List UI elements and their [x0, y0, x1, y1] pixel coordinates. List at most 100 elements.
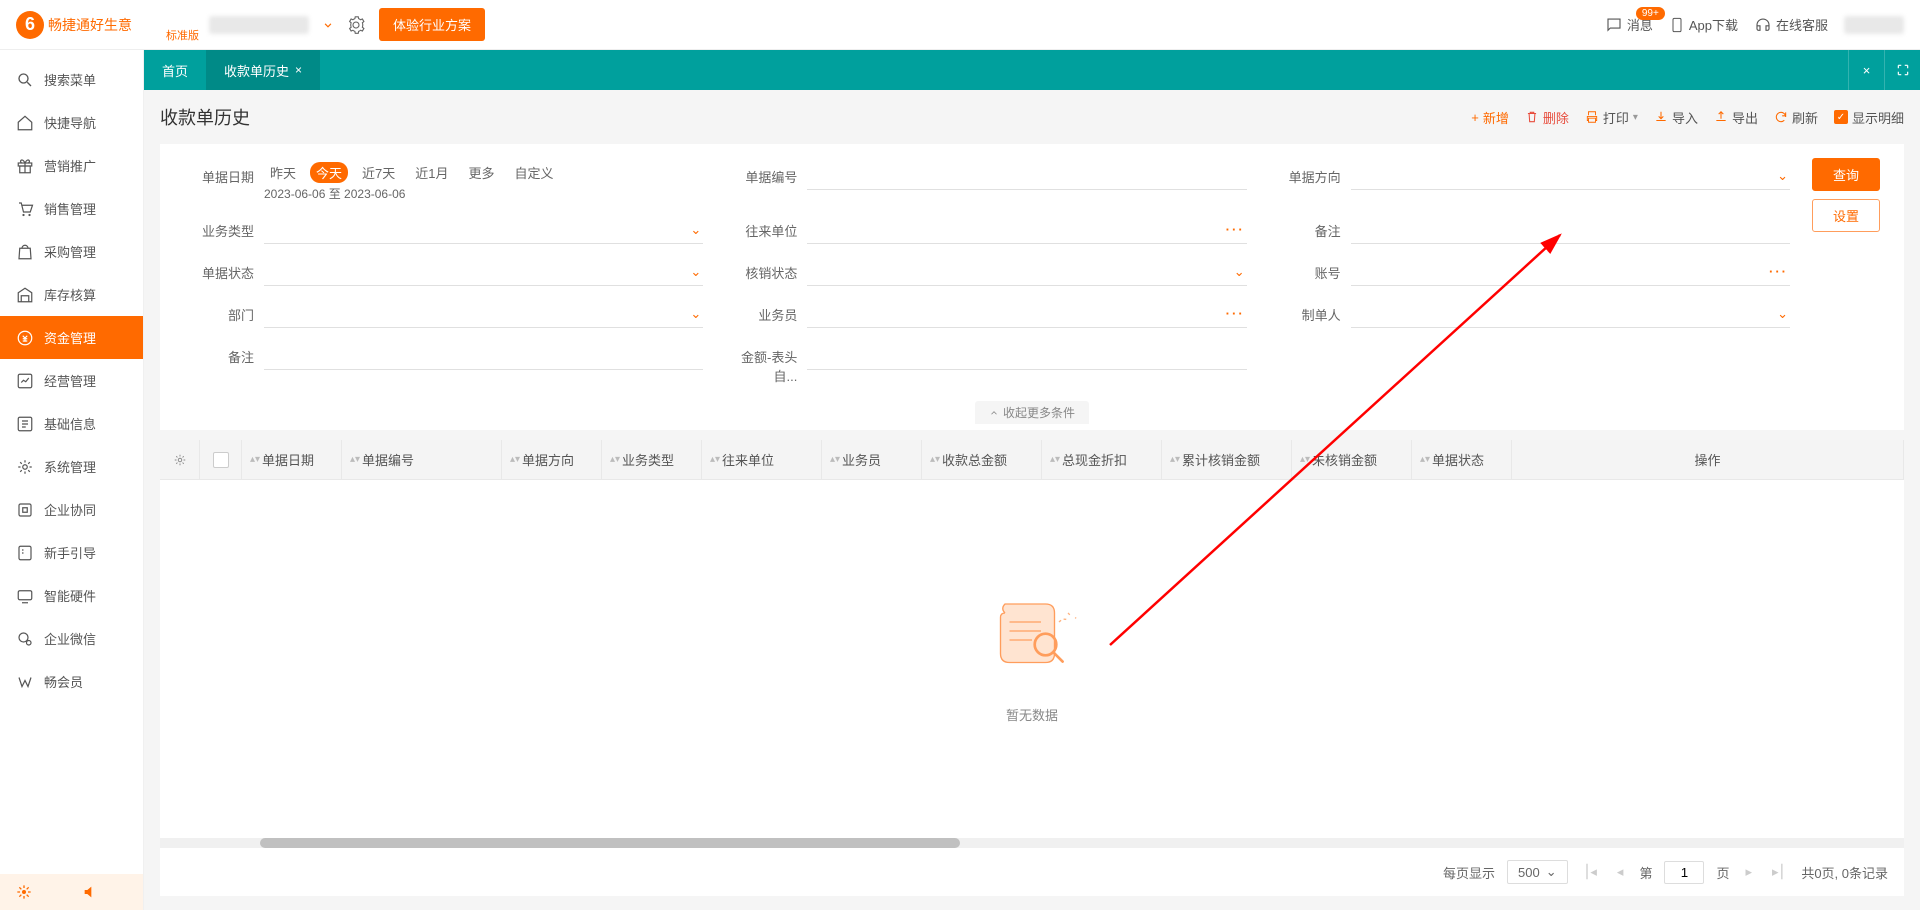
- th-unverified[interactable]: ▴▾未核销金额: [1292, 440, 1412, 479]
- sidebar-item-wecom[interactable]: 企业微信: [0, 617, 143, 660]
- sidebar-item-marketing[interactable]: 营销推广: [0, 144, 143, 187]
- sort-icon: ▴▾: [710, 457, 720, 462]
- action-import[interactable]: 导入: [1654, 108, 1698, 127]
- page-size-select[interactable]: 500 ⌄: [1507, 860, 1568, 884]
- sidebar-item-hardware[interactable]: 智能硬件: [0, 574, 143, 617]
- setting-button[interactable]: 设置: [1812, 199, 1880, 232]
- message-link[interactable]: 消息 99+: [1605, 15, 1653, 34]
- more-icon: ···: [1769, 264, 1788, 279]
- remark-input[interactable]: [1351, 216, 1790, 244]
- remark2-input[interactable]: [264, 342, 703, 370]
- sidebar-item-funds[interactable]: 资金管理: [0, 316, 143, 359]
- table-settings-button[interactable]: [160, 440, 200, 479]
- tab-close-icon[interactable]: ×: [295, 63, 302, 77]
- collapse-button[interactable]: 收起更多条件: [975, 401, 1089, 424]
- sidebar-item-system[interactable]: 系统管理: [0, 445, 143, 488]
- date-today[interactable]: 今天: [310, 162, 348, 183]
- tab-home[interactable]: 首页: [144, 50, 206, 90]
- tab-receipt-history[interactable]: 收款单历史 ×: [206, 50, 320, 90]
- experience-button[interactable]: 体验行业方案: [379, 8, 485, 41]
- sidebar-item-quicknav[interactable]: 快捷导航: [0, 101, 143, 144]
- sidebar-label: 采购管理: [44, 242, 96, 261]
- user-blur[interactable]: [1844, 16, 1904, 34]
- date-yesterday[interactable]: 昨天: [264, 162, 302, 183]
- sidebar-item-baseinfo[interactable]: 基础信息: [0, 402, 143, 445]
- date-1m[interactable]: 近1月: [409, 162, 454, 183]
- sidebar-label: 新手引导: [44, 543, 96, 562]
- home-icon: [16, 114, 34, 132]
- sidebar-item-member[interactable]: 畅会员: [0, 660, 143, 703]
- select-all-checkbox[interactable]: [200, 440, 242, 479]
- empty-text: 暂无数据: [1006, 705, 1058, 724]
- action-add[interactable]: + 新增: [1471, 108, 1509, 127]
- sidebar-item-guide[interactable]: 新手引导: [0, 531, 143, 574]
- th-status[interactable]: ▴▾单据状态: [1412, 440, 1512, 479]
- th-salesman[interactable]: ▴▾业务员: [822, 440, 922, 479]
- date-more[interactable]: 更多: [463, 162, 501, 183]
- app-download-link[interactable]: App下载: [1669, 15, 1738, 34]
- sidebar-item-collab[interactable]: 企业协同: [0, 488, 143, 531]
- message-badge: 99+: [1636, 7, 1665, 20]
- th-partner[interactable]: ▴▾往来单位: [702, 440, 822, 479]
- creator-select[interactable]: ⌄: [1351, 300, 1790, 328]
- bill-direction-select[interactable]: ⌄: [1351, 162, 1790, 190]
- dept-select[interactable]: ⌄: [264, 300, 703, 328]
- footer-sound-icon[interactable]: [82, 884, 98, 900]
- phone-icon: [1669, 17, 1685, 33]
- th-verified[interactable]: ▴▾累计核销金额: [1162, 440, 1292, 479]
- tab-close-all[interactable]: ×: [1848, 50, 1884, 90]
- action-print[interactable]: 打印 ▾: [1585, 108, 1638, 127]
- action-delete[interactable]: 删除: [1525, 108, 1569, 127]
- sidebar-item-search[interactable]: 搜索菜单: [0, 58, 143, 101]
- query-button[interactable]: 查询: [1812, 158, 1880, 191]
- th-biztype[interactable]: ▴▾业务类型: [602, 440, 702, 479]
- sort-icon: ▴▾: [350, 457, 360, 462]
- th-no[interactable]: ▴▾单据编号: [342, 440, 502, 479]
- bill-no-input[interactable]: [807, 162, 1246, 190]
- verify-status-select[interactable]: ⌄: [807, 258, 1246, 286]
- th-date[interactable]: ▴▾单据日期: [242, 440, 342, 479]
- cs-label: 在线客服: [1776, 15, 1828, 34]
- salesman-picker[interactable]: ···: [807, 300, 1246, 328]
- scroll-thumb[interactable]: [260, 838, 960, 848]
- bill-status-select[interactable]: ⌄: [264, 258, 703, 286]
- account-picker[interactable]: ···: [1351, 258, 1790, 286]
- chevron-down-icon: ⌄: [1777, 306, 1788, 322]
- action-refresh[interactable]: 刷新: [1774, 108, 1818, 127]
- th-direction[interactable]: ▴▾单据方向: [502, 440, 602, 479]
- action-show-detail[interactable]: ✓ 显示明细: [1834, 108, 1904, 127]
- th-discount[interactable]: ▴▾总现金折扣: [1042, 440, 1162, 479]
- page-next[interactable]: ▸: [1741, 864, 1756, 880]
- sort-icon: ▴▾: [830, 457, 840, 462]
- company-blur: [209, 16, 309, 34]
- menu-list: 搜索菜单 快捷导航 营销推广 销售管理 采购管理 库存核算: [0, 50, 143, 874]
- date-custom[interactable]: 自定义: [509, 162, 560, 183]
- partner-picker[interactable]: ···: [807, 216, 1246, 244]
- collab-icon: [16, 501, 34, 519]
- page-first[interactable]: ⎮◂: [1580, 864, 1601, 880]
- empty-illustration: [977, 595, 1087, 685]
- page-last[interactable]: ▸⎮: [1768, 864, 1789, 880]
- customer-service-link[interactable]: 在线客服: [1754, 15, 1828, 34]
- amount-head-input[interactable]: [807, 342, 1246, 370]
- page-total: 共0页, 0条记录: [1801, 863, 1888, 882]
- sidebar-item-business[interactable]: 经营管理: [0, 359, 143, 402]
- chevron-down-icon[interactable]: [321, 18, 335, 32]
- sidebar-item-inventory[interactable]: 库存核算: [0, 273, 143, 316]
- page-input[interactable]: [1664, 861, 1704, 884]
- page-prev[interactable]: ◂: [1613, 864, 1628, 880]
- sidebar-item-sales[interactable]: 销售管理: [0, 187, 143, 230]
- gear-icon[interactable]: [347, 16, 365, 34]
- h-scrollbar[interactable]: [160, 838, 1904, 848]
- action-export[interactable]: 导出: [1714, 108, 1758, 127]
- date-7d[interactable]: 近7天: [356, 162, 401, 183]
- sort-icon: ▴▾: [930, 457, 940, 462]
- sidebar-label: 基础信息: [44, 414, 96, 433]
- footer-gear-icon[interactable]: [16, 884, 32, 900]
- th-total[interactable]: ▴▾收款总金额: [922, 440, 1042, 479]
- biz-type-select[interactable]: ⌄: [264, 216, 703, 244]
- sidebar-item-purchase[interactable]: 采购管理: [0, 230, 143, 273]
- company-selector[interactable]: [209, 16, 347, 34]
- top-header: 6 畅捷通好生意 标准版 体验行业方案 消息 99+ App下载 在线客服: [0, 0, 1920, 50]
- tab-fullscreen[interactable]: [1884, 50, 1920, 90]
